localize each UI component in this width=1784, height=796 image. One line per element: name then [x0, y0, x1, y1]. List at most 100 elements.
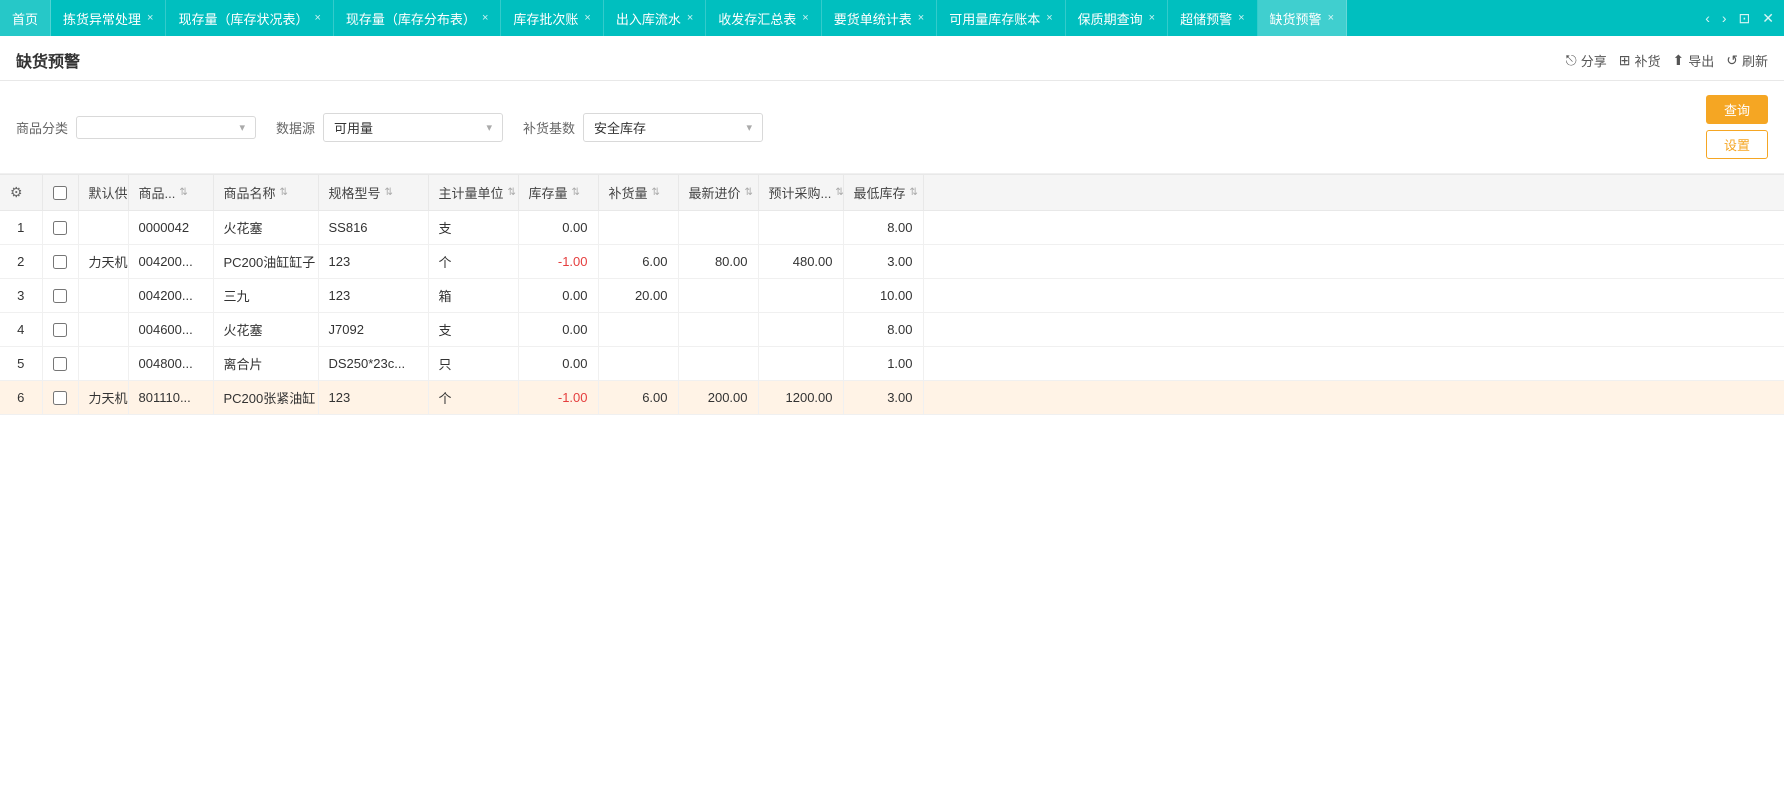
row-check-cell[interactable]: [42, 313, 78, 347]
close-tab-11[interactable]: ×: [1328, 12, 1334, 24]
basis-select[interactable]: 安全库存 ▾: [583, 113, 763, 142]
row-check-cell[interactable]: [42, 245, 78, 279]
row-code: 004200...: [128, 245, 213, 279]
export-button[interactable]: ⬆ 导出: [1673, 51, 1715, 70]
row-unit: 箱: [428, 279, 518, 313]
table-container: ⚙ 默认供应... ⇅: [0, 174, 1784, 415]
row-price: 200.00: [678, 381, 758, 415]
th-check[interactable]: [42, 175, 78, 211]
category-select[interactable]: ▾: [76, 116, 256, 139]
row-replenish: [598, 313, 678, 347]
th-minstock[interactable]: 最低库存 ⇅: [843, 175, 923, 211]
th-replenish[interactable]: 补货量 ⇅: [598, 175, 678, 211]
nav-tab-4[interactable]: 库存批次账 ×: [501, 0, 603, 36]
datasource-select[interactable]: 可用量 ▾: [323, 113, 503, 142]
th-stock[interactable]: 库存量 ⇅: [518, 175, 598, 211]
close-tab-5[interactable]: ×: [687, 12, 693, 24]
replenish-button[interactable]: ⊞ 补货: [1619, 51, 1661, 70]
row-replenish: [598, 347, 678, 381]
refresh-icon: ↺: [1726, 52, 1738, 69]
basis-select-value: 安全库存: [594, 118, 746, 137]
row-replenish: 6.00: [598, 245, 678, 279]
close-tab-3[interactable]: ×: [482, 12, 488, 24]
sort-est-icon: ⇅: [835, 187, 843, 198]
row-checkbox-2[interactable]: [53, 289, 67, 303]
row-checkbox-1[interactable]: [53, 255, 67, 269]
nav-prev-button[interactable]: ‹: [1699, 10, 1716, 26]
close-tab-10[interactable]: ×: [1238, 12, 1244, 24]
datasource-filter-group: 数据源 可用量 ▾: [276, 113, 503, 142]
row-minstock: 1.00: [843, 347, 923, 381]
th-supplier[interactable]: 默认供应... ⇅: [78, 175, 128, 211]
nav-tab-2[interactable]: 现存量（库存状况表） ×: [166, 0, 333, 36]
nav-tab-8[interactable]: 可用量库存账本 ×: [937, 0, 1065, 36]
row-supplier: 力天机械: [78, 381, 128, 415]
nav-tab-3[interactable]: 现存量（库存分布表） ×: [334, 0, 501, 36]
nav-tab-7[interactable]: 要货单统计表 ×: [822, 0, 937, 36]
sort-price-icon: ⇅: [745, 187, 753, 198]
sort-replenish-icon: ⇅: [652, 187, 660, 198]
close-tab-9[interactable]: ×: [1149, 12, 1155, 24]
th-unit[interactable]: 主计量单位 ⇅: [428, 175, 518, 211]
th-est[interactable]: 预计采购... ⇅: [758, 175, 843, 211]
row-unit: 支: [428, 313, 518, 347]
row-price: [678, 211, 758, 245]
filter-area: 商品分类 ▾ 数据源 可用量 ▾ 补货基数 安全库存 ▾ 查询 设置: [0, 81, 1784, 174]
th-spec[interactable]: 规格型号 ⇅: [318, 175, 428, 211]
row-spec: SS816: [318, 211, 428, 245]
th-extra: [923, 175, 1784, 211]
nav-tab-11[interactable]: 缺货预警 ×: [1258, 0, 1347, 36]
row-check-cell[interactable]: [42, 381, 78, 415]
row-check-cell[interactable]: [42, 211, 78, 245]
nav-next-button[interactable]: ›: [1716, 10, 1733, 26]
th-code[interactable]: 商品... ⇅: [128, 175, 213, 211]
table-header-row: ⚙ 默认供应... ⇅: [0, 175, 1784, 211]
nav-tab-6[interactable]: 收发存汇总表 ×: [706, 0, 821, 36]
nav-tab-home[interactable]: 首页: [0, 0, 51, 36]
sort-unit-icon: ⇅: [508, 187, 516, 198]
refresh-button[interactable]: ↺ 刷新: [1726, 51, 1768, 70]
row-extra: [923, 313, 1784, 347]
query-button[interactable]: 查询: [1706, 95, 1768, 124]
table-row: 1 0000042 火花塞 SS816 支 0.00 8.00: [0, 211, 1784, 245]
nav-controls: ‹ › ⊡ ✕: [1695, 10, 1784, 27]
row-name: PC200油缸缸子: [213, 245, 318, 279]
close-tab-2[interactable]: ×: [314, 12, 320, 24]
settings-icon[interactable]: ⚙: [10, 184, 23, 200]
nav-tab-9[interactable]: 保质期查询 ×: [1066, 0, 1168, 36]
close-tab-7[interactable]: ×: [918, 12, 924, 24]
th-price[interactable]: 最新进价 ⇅: [678, 175, 758, 211]
row-supplier: [78, 279, 128, 313]
table-row: 2 力天机械 004200... PC200油缸缸子 123 个 -1.00 6…: [0, 245, 1784, 279]
row-check-cell[interactable]: [42, 347, 78, 381]
close-tab-6[interactable]: ×: [802, 12, 808, 24]
row-extra: [923, 245, 1784, 279]
row-check-cell[interactable]: [42, 279, 78, 313]
filter-actions: 查询 设置: [1706, 95, 1768, 159]
select-all-checkbox[interactable]: [53, 186, 67, 200]
row-checkbox-4[interactable]: [53, 357, 67, 371]
close-tab-1[interactable]: ×: [147, 12, 153, 24]
settings-button[interactable]: 设置: [1706, 130, 1768, 159]
row-extra: [923, 347, 1784, 381]
main-content: 缺货预警 ⎋ 分享 ⊞ 补货 ⬆ 导出 ↺ 刷新 商品分类: [0, 36, 1784, 796]
row-checkbox-5[interactable]: [53, 391, 67, 405]
th-settings[interactable]: ⚙: [0, 175, 42, 211]
row-spec: DS250*23c...: [318, 347, 428, 381]
row-checkbox-3[interactable]: [53, 323, 67, 337]
nav-tab-10[interactable]: 超储预警 ×: [1168, 0, 1257, 36]
nav-tab-1[interactable]: 拣货异常处理 ×: [51, 0, 166, 36]
row-stock: -1.00: [518, 381, 598, 415]
page-header: 缺货预警 ⎋ 分享 ⊞ 补货 ⬆ 导出 ↺ 刷新: [0, 36, 1784, 81]
close-tab-8[interactable]: ×: [1046, 12, 1052, 24]
nav-restore-button[interactable]: ⊡: [1733, 10, 1757, 27]
row-minstock: 3.00: [843, 381, 923, 415]
row-minstock: 3.00: [843, 245, 923, 279]
row-spec: 123: [318, 381, 428, 415]
nav-tab-5[interactable]: 出入库流水 ×: [604, 0, 706, 36]
row-checkbox-0[interactable]: [53, 221, 67, 235]
share-button[interactable]: ⎋ 分享: [1566, 51, 1607, 70]
th-name[interactable]: 商品名称 ⇅: [213, 175, 318, 211]
close-tab-4[interactable]: ×: [584, 12, 590, 24]
nav-close-button[interactable]: ✕: [1756, 10, 1780, 27]
